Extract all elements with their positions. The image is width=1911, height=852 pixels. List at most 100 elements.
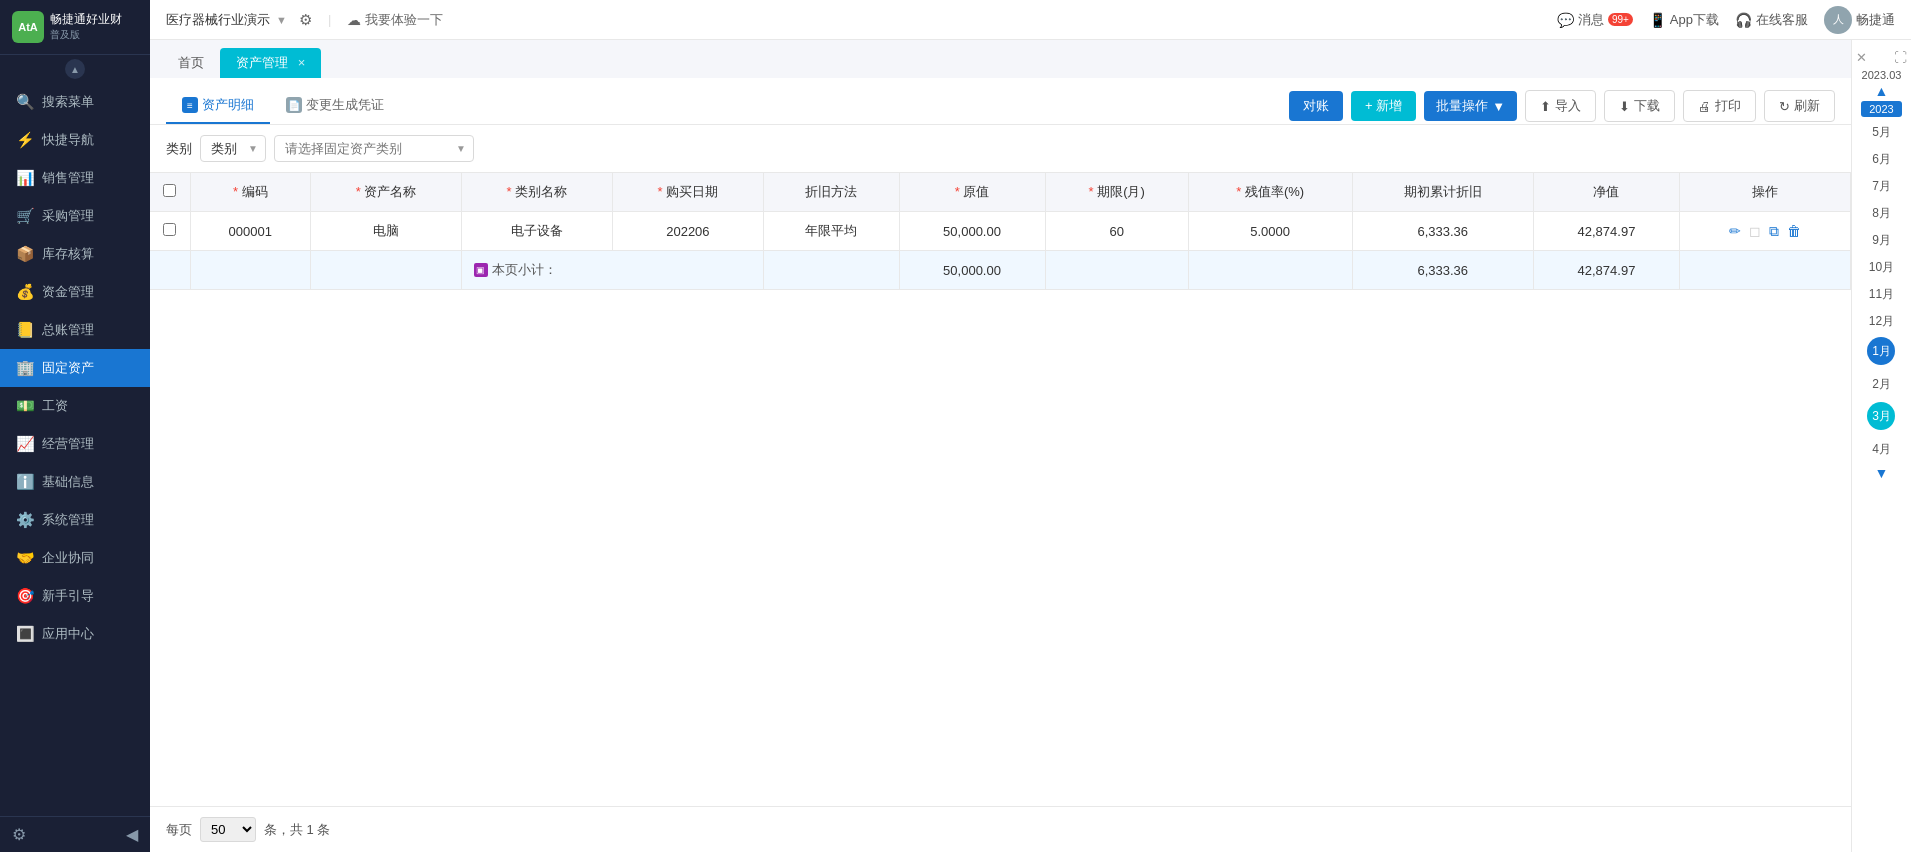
month-item[interactable]: 12月 [1857,308,1905,335]
scroll-down-arrow[interactable]: ▼ [1875,465,1889,481]
right-panel-header: ✕ ⛶ [1852,48,1911,67]
month-item[interactable]: 6月 [1857,146,1905,173]
download-btn[interactable]: ⬇ 下载 [1604,90,1675,122]
user-menu[interactable]: 人 畅捷通 [1824,6,1895,34]
collapse-icon[interactable]: ◀ [126,825,138,844]
apps-icon: 🔳 [16,625,34,643]
month-item[interactable]: 2月 [1857,371,1905,398]
download-icon: 📱 [1649,12,1666,28]
sidebar-item-funds[interactable]: 💰资金管理 [0,273,150,311]
tab-home[interactable]: 首页 [166,48,216,78]
month-list: 20235月6月7月8月9月10月11月12月1月2月3月4月 [1857,99,1905,465]
print-btn[interactable]: 🖨 打印 [1683,90,1756,122]
guide-icon: 🎯 [16,587,34,605]
message-badge: 99+ [1608,13,1633,26]
sidebar-item-ledger[interactable]: 📒总账管理 [0,311,150,349]
delete-icon[interactable]: 🗑 [1787,223,1801,239]
sub-tab-voucher[interactable]: 📄 变更生成凭证 [270,88,400,124]
sidebar-item-search[interactable]: 🔍搜索菜单 [0,83,150,121]
page-size-select[interactable]: 50 10 20 100 [200,817,256,842]
sidebar-item-inventory[interactable]: 📦库存核算 [0,235,150,273]
month-item[interactable]: 4月 [1857,436,1905,463]
message-icon: 💬 [1557,12,1574,28]
sidebar-item-payroll[interactable]: 💵工资 [0,387,150,425]
refresh-btn[interactable]: ↻ 刷新 [1764,90,1835,122]
cell-initial-accumulated: 6,333.36 [1352,212,1533,251]
right-panel-expand-icon[interactable]: ⛶ [1894,50,1907,65]
app-download-btn[interactable]: 📱 App下载 [1649,11,1719,29]
sidebar-item-fixed-assets[interactable]: 🏢固定资产 [0,349,150,387]
reconcile-btn[interactable]: 对账 [1289,91,1343,121]
th-original-value: 原值 [899,173,1045,212]
sidebar: AtA 畅捷通好业财 普及版 ▲ 🔍搜索菜单⚡快捷导航📊销售管理🛒采购管理📦库存… [0,0,150,852]
month-item[interactable]: 8月 [1857,200,1905,227]
year-label: 2023.03 [1860,67,1904,83]
th-code: 编码 [190,173,311,212]
settings-icon[interactable]: ⚙ [12,825,26,844]
settings-gear-icon[interactable]: ⚙ [299,11,312,29]
copy-icon[interactable]: ◻ [1749,223,1761,239]
month-item[interactable]: 7月 [1857,173,1905,200]
sidebar-item-label: 应用中心 [42,625,94,643]
sub-tab-asset-detail[interactable]: ≡ 资产明细 [166,88,270,124]
sidebar-item-quick-nav[interactable]: ⚡快捷导航 [0,121,150,159]
sidebar-item-operations[interactable]: 📈经营管理 [0,425,150,463]
month-item[interactable]: 1月 [1867,337,1895,365]
row-checkbox-cell [150,212,190,251]
sidebar-item-label: 库存核算 [42,245,94,263]
category-type-select[interactable]: 类别 [200,135,266,162]
sidebar-item-apps[interactable]: 🔳 应用中心 [0,615,150,653]
batch-btn[interactable]: 批量操作 ▼ [1424,91,1517,121]
scroll-up-arrow[interactable]: ▲ [1875,83,1889,99]
logo-icon: AtA [12,11,44,43]
tab-bar: 首页 资产管理 × [150,40,1851,78]
asset-table: 编码 资产名称 类别名称 购买日期 折旧方法 原值 期限(月) 残值率(%) 期… [150,173,1851,290]
sidebar-item-enterprise[interactable]: 🤝企业协同 [0,539,150,577]
month-item[interactable]: 10月 [1857,254,1905,281]
th-actions: 操作 [1679,173,1850,212]
select-all-checkbox[interactable] [163,184,176,197]
right-panel-close-icon[interactable]: ✕ [1856,50,1867,65]
online-service-btn[interactable]: 🎧 在线客服 [1735,11,1808,29]
sidebar-item-label: 系统管理 [42,511,94,529]
month-item[interactable]: 11月 [1857,281,1905,308]
month-item[interactable]: 3月 [1867,402,1895,430]
export-btn[interactable]: ⬆ 导入 [1525,90,1596,122]
top-bar-right: 💬 消息 99+ 📱 App下载 🎧 在线客服 人 畅捷通 [1557,6,1895,34]
row-checkbox[interactable] [163,223,176,236]
sidebar-item-label: 固定资产 [42,359,94,377]
payroll-icon: 💵 [16,397,34,415]
cell-code: 000001 [190,212,311,251]
service-icon: 🎧 [1735,12,1752,28]
sidebar-item-system[interactable]: ⚙️ 系统管理 [0,501,150,539]
month-item[interactable]: 9月 [1857,227,1905,254]
sidebar-item-guide[interactable]: 🎯新手引导 [0,577,150,615]
experience-btn[interactable]: ☁ 我要体验一下 [347,11,443,29]
scroll-up-btn[interactable]: ▲ [65,59,85,79]
enterprise-icon: 🤝 [16,549,34,567]
category-input[interactable] [274,135,474,162]
batch-arrow-icon: ▼ [1492,99,1505,114]
sub-tabs: ≡ 资产明细 📄 变更生成凭证 对账 + 新增 批量操作 ▼ [150,78,1851,125]
tab-asset-management[interactable]: 资产管理 × [220,48,321,78]
system-icon: ⚙️ [16,511,34,529]
company-selector[interactable]: 医疗器械行业演示 ▼ [166,11,287,29]
sub-tab-asset-label: 资产明细 [202,96,254,114]
subtotal-net-value: 42,874.97 [1533,251,1679,290]
sidebar-item-label: 搜索菜单 [42,93,94,111]
sidebar-item-label: 资金管理 [42,283,94,301]
th-depreciation: 折旧方法 [763,173,899,212]
purchase-icon: 🛒 [16,207,34,225]
sub-tab-voucher-label: 变更生成凭证 [306,96,384,114]
tab-close-icon[interactable]: × [298,55,306,70]
duplicate-icon[interactable]: ⧉ [1769,223,1779,240]
sidebar-item-sales[interactable]: 📊销售管理 [0,159,150,197]
edit-icon[interactable]: ✏ [1729,223,1741,239]
month-item[interactable]: 5月 [1857,119,1905,146]
sidebar-item-basic-info[interactable]: ℹ️基础信息 [0,463,150,501]
messages-btn[interactable]: 💬 消息 99+ [1557,11,1633,29]
sidebar-item-purchase[interactable]: 🛒采购管理 [0,197,150,235]
new-btn[interactable]: + 新增 [1351,91,1416,121]
main-wrapper: 医疗器械行业演示 ▼ ⚙ | ☁ 我要体验一下 💬 消息 99+ 📱 App下载… [150,0,1911,852]
sidebar-nav: 🔍搜索菜单⚡快捷导航📊销售管理🛒采购管理📦库存核算💰资金管理📒总账管理🏢固定资产… [0,83,150,816]
